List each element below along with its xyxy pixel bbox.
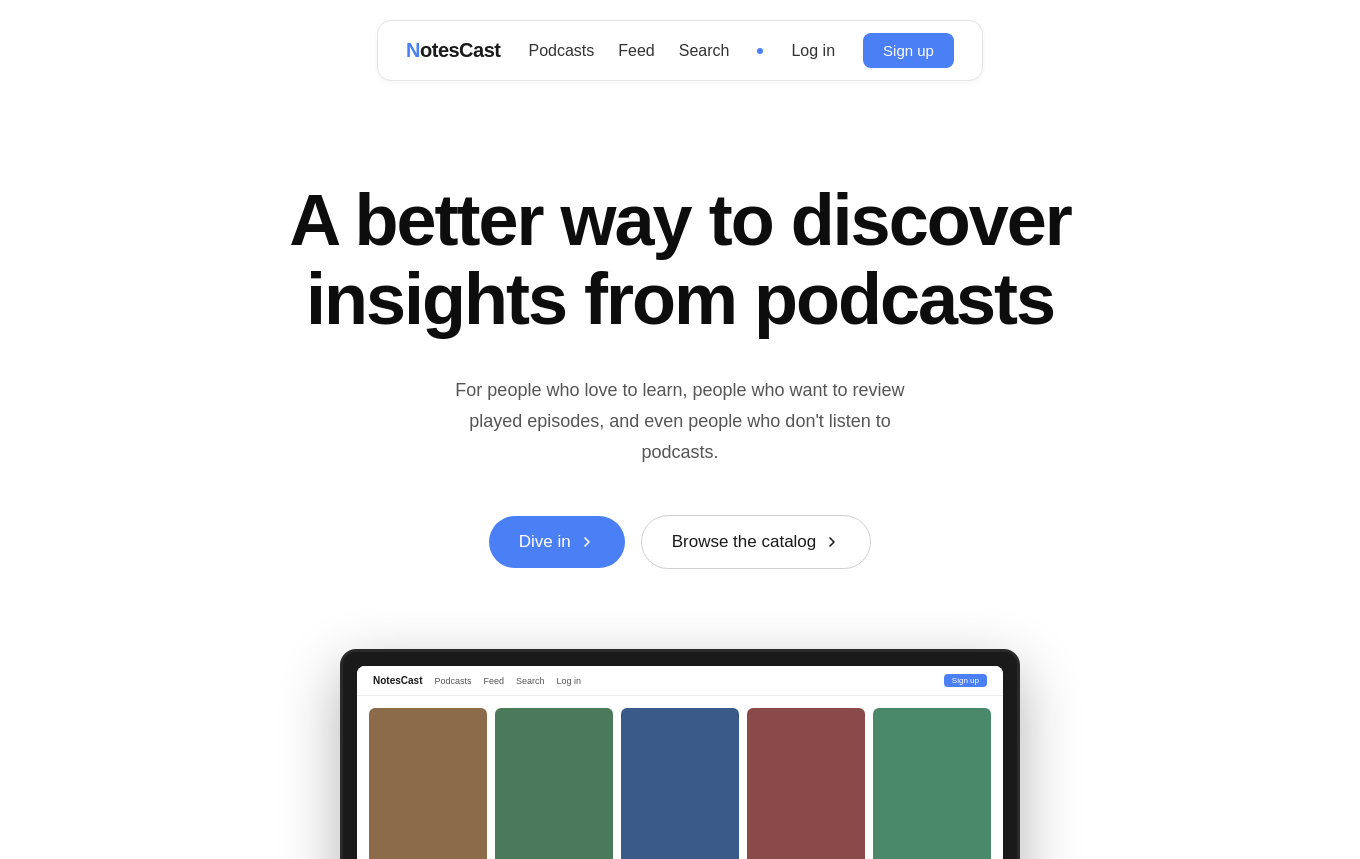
signup-button[interactable]: Sign up: [863, 33, 954, 68]
browse-catalog-label: Browse the catalog: [672, 532, 817, 552]
mock-logo: NotesCast: [373, 675, 422, 686]
laptop-screen: NotesCast Podcasts Feed Search Log in Si…: [357, 666, 1003, 859]
laptop-mockup-section: NotesCast Podcasts Feed Search Log in Si…: [0, 629, 1360, 859]
mock-card-3: [621, 708, 739, 859]
mock-nav-search: Search: [516, 676, 545, 686]
hero-subtitle: For people who love to learn, people who…: [430, 375, 930, 467]
mock-card-5: [873, 708, 991, 859]
mock-signup: Sign up: [944, 674, 987, 687]
hero-buttons: Dive in Browse the catalog: [489, 515, 872, 569]
mock-navbar: NotesCast Podcasts Feed Search Log in Si…: [357, 666, 1003, 696]
site-logo[interactable]: NotesCast: [406, 39, 500, 62]
navbar-wrapper: NotesCast Podcasts Feed Search Log in Si…: [0, 0, 1360, 101]
dive-in-button[interactable]: Dive in: [489, 516, 625, 568]
browse-catalog-button[interactable]: Browse the catalog: [641, 515, 872, 569]
logo-n: N: [406, 39, 420, 61]
nav-search[interactable]: Search: [679, 42, 730, 60]
laptop-screen-inner: NotesCast Podcasts Feed Search Log in Si…: [357, 666, 1003, 859]
navbar: NotesCast Podcasts Feed Search Log in Si…: [377, 20, 983, 81]
chevron-right-icon: [579, 534, 595, 550]
nav-dot-indicator: [757, 48, 763, 54]
chevron-right-icon-2: [824, 534, 840, 550]
hero-section: A better way to discover insights from p…: [0, 101, 1360, 629]
nav-podcasts[interactable]: Podcasts: [528, 42, 594, 60]
dive-in-label: Dive in: [519, 532, 571, 552]
mock-card-2: [495, 708, 613, 859]
mock-card-1: [369, 708, 487, 859]
nav-feed[interactable]: Feed: [618, 42, 654, 60]
hero-title: A better way to discover insights from p…: [289, 181, 1071, 339]
hero-title-line2: insights from podcasts: [306, 259, 1054, 339]
mock-nav-feed: Feed: [484, 676, 505, 686]
mock-podcast-grid: [357, 696, 1003, 859]
login-button[interactable]: Log in: [791, 42, 835, 60]
mock-card-4: [747, 708, 865, 859]
laptop-frame: NotesCast Podcasts Feed Search Log in Si…: [340, 649, 1020, 859]
mock-nav-login: Log in: [557, 676, 582, 686]
laptop-container: NotesCast Podcasts Feed Search Log in Si…: [340, 649, 1020, 859]
logo-rest: otesCast: [420, 39, 500, 61]
nav-links: Podcasts Feed Search: [528, 42, 729, 60]
mock-nav-podcasts: Podcasts: [434, 676, 471, 686]
hero-title-line1: A better way to discover: [289, 180, 1071, 260]
